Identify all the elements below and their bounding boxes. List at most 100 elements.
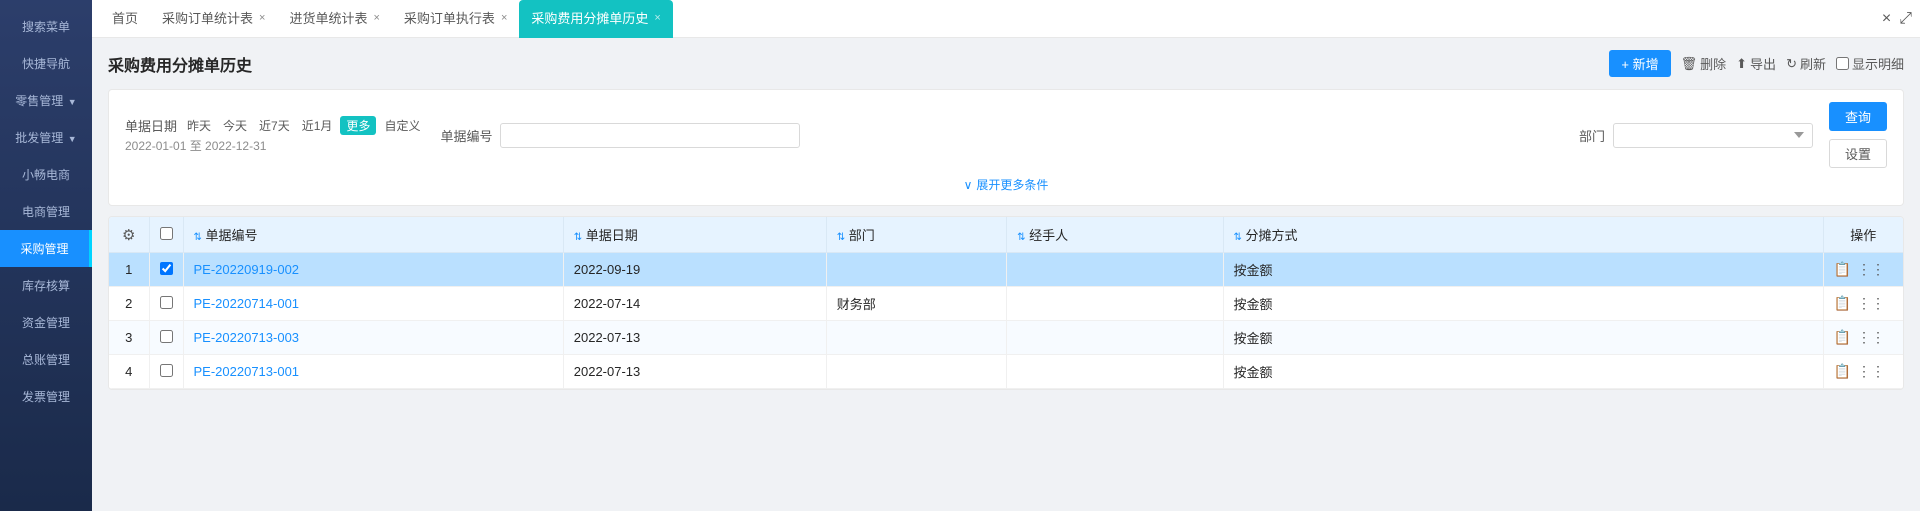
row-order-no: PE-20220713-001 (183, 355, 563, 389)
tab-close-icon[interactable]: × (373, 12, 379, 24)
content-area: 采购费用分摊单历史 + 新增 🗑 删除 ⬆ 导出 ↻ 刷新 显示明细 (92, 38, 1920, 511)
refresh-button[interactable]: ↻ 刷新 (1786, 54, 1826, 73)
tab-purchase-cost-history[interactable]: 采购费用分摊单历史× (519, 0, 672, 38)
col-header-split-method[interactable]: ⇅ 分摊方式 (1223, 217, 1823, 253)
custom-date-btn[interactable]: 自定义 (380, 116, 424, 135)
row-dept: 财务部 (826, 287, 1006, 321)
add-button[interactable]: + 新增 (1609, 50, 1670, 77)
setting-button[interactable]: 设置 (1829, 139, 1887, 168)
sidebar-item-ledger[interactable]: 总账管理 (0, 341, 92, 378)
order-no-link[interactable]: PE-20220919-002 (194, 262, 300, 277)
tab-bar: 首页采购订单统计表×进货单统计表×采购订单执行表×采购费用分摊单历史× × ⤢ (92, 0, 1920, 38)
tab-goods-in-stats[interactable]: 进货单统计表× (277, 0, 391, 38)
tab-close-icon[interactable]: × (654, 12, 660, 24)
row-split-method: 按金额 (1223, 253, 1823, 287)
order-no-link[interactable]: PE-20220713-001 (194, 364, 300, 379)
filter-row: 单据日期 昨天 今天 近7天 近1月 更多 自定义 2022-01-01 至 2… (125, 102, 1887, 168)
tab-home[interactable]: 首页 (100, 0, 150, 38)
row-checkbox-cell[interactable] (149, 321, 183, 355)
dept-label: 部门 (1579, 126, 1605, 145)
sidebar-item-purchase[interactable]: 采购管理 (0, 230, 92, 267)
col-header-handler[interactable]: ⇅ 经手人 (1007, 217, 1223, 253)
more-ops-icon[interactable]: ⋮⋮ (1857, 295, 1885, 312)
row-dept (826, 355, 1006, 389)
chevron-down-icon: ▼ (65, 97, 76, 107)
sidebar-item-ecom[interactable]: 电商管理 (0, 193, 92, 230)
last1month-btn[interactable]: 近1月 (298, 116, 337, 135)
row-checkbox[interactable] (160, 296, 173, 309)
sidebar-item-small-ecom[interactable]: 小畅电商 (0, 156, 92, 193)
order-no-label: 单据编号 (440, 126, 492, 145)
col-header-order-no[interactable]: ⇅ 单据编号 (183, 217, 563, 253)
row-checkbox-cell[interactable] (149, 355, 183, 389)
filter-buttons: 查询 设置 (1829, 102, 1887, 168)
dept-select[interactable] (1613, 123, 1813, 148)
sidebar-item-inventory[interactable]: 库存核算 (0, 267, 92, 304)
show-detail-checkbox[interactable]: 显示明细 (1836, 54, 1904, 73)
show-detail-check-input[interactable] (1836, 57, 1849, 70)
data-table: ⚙ ⇅ 单据编号 ⇅ 单据日期 (109, 217, 1903, 389)
sidebar-item-retail[interactable]: 零售管理 ▼ (0, 82, 92, 119)
date-filter-group: 单据日期 昨天 今天 近7天 近1月 更多 自定义 2022-01-01 至 2… (125, 116, 424, 154)
more-ops-icon[interactable]: ⋮⋮ (1857, 329, 1885, 346)
more-date-btn[interactable]: 更多 (340, 116, 376, 135)
col-header-date[interactable]: ⇅ 单据日期 (563, 217, 826, 253)
edit-icon[interactable]: 📋 (1834, 363, 1851, 380)
order-no-link[interactable]: PE-20220713-003 (194, 330, 300, 345)
trash-icon: 🗑 (1681, 56, 1698, 72)
sidebar-item-finance[interactable]: 资金管理 (0, 304, 92, 341)
sort-icon-handler: ⇅ (1017, 232, 1025, 243)
ops-container: 📋 ⋮⋮ (1834, 363, 1894, 380)
gear-icon[interactable]: ⚙ (122, 227, 135, 244)
tab-purchase-order-stats[interactable]: 采购订单统计表× (150, 0, 277, 38)
last7days-btn[interactable]: 近7天 (255, 116, 294, 135)
delete-button[interactable]: 🗑 删除 (1681, 54, 1727, 73)
row-handler (1007, 321, 1223, 355)
row-date: 2022-07-14 (563, 287, 826, 321)
ops-container: 📋 ⋮⋮ (1834, 261, 1894, 278)
row-ops-cell: 📋 ⋮⋮ (1823, 253, 1903, 287)
ops-container: 📋 ⋮⋮ (1834, 329, 1894, 346)
row-num: 4 (109, 355, 149, 389)
expand-more-btn[interactable]: ∨ 展开更多条件 (125, 176, 1887, 193)
filter-area: 单据日期 昨天 今天 近7天 近1月 更多 自定义 2022-01-01 至 2… (108, 89, 1904, 206)
close-window-icon[interactable]: × (1882, 10, 1891, 28)
row-checkbox-cell[interactable] (149, 253, 183, 287)
sidebar-item-invoice[interactable]: 发票管理 (0, 378, 92, 415)
today-btn[interactable]: 今天 (219, 116, 251, 135)
tab-purchase-order-exec[interactable]: 采购订单执行表× (392, 0, 519, 38)
query-button[interactable]: 查询 (1829, 102, 1887, 131)
col-header-dept[interactable]: ⇅ 部门 (826, 217, 1006, 253)
yesterday-btn[interactable]: 昨天 (183, 116, 215, 135)
sidebar-item-quick-nav[interactable]: 快捷导航 (0, 45, 92, 82)
toolbar-actions: + 新增 🗑 删除 ⬆ 导出 ↻ 刷新 显示明细 (1609, 50, 1904, 77)
sidebar-item-search[interactable]: 搜索菜单 (0, 8, 92, 45)
more-ops-icon[interactable]: ⋮⋮ (1857, 363, 1885, 380)
row-date: 2022-07-13 (563, 355, 826, 389)
expand-icon: ∨ (964, 178, 973, 192)
select-all-checkbox[interactable] (160, 227, 173, 240)
more-ops-icon[interactable]: ⋮⋮ (1857, 261, 1885, 278)
sort-icon-order-no: ⇅ (194, 232, 202, 243)
order-no-filter-group: 单据编号 (440, 123, 1563, 148)
maximize-window-icon[interactable]: ⤢ (1899, 10, 1912, 28)
col-header-setting[interactable]: ⚙ (109, 217, 149, 253)
tab-close-icon[interactable]: × (259, 12, 265, 24)
export-button[interactable]: ⬆ 导出 (1736, 54, 1776, 73)
tab-close-icon[interactable]: × (501, 12, 507, 24)
order-no-link[interactable]: PE-20220714-001 (194, 296, 300, 311)
row-checkbox[interactable] (160, 330, 173, 343)
edit-icon[interactable]: 📋 (1834, 329, 1851, 346)
edit-icon[interactable]: 📋 (1834, 261, 1851, 278)
edit-icon[interactable]: 📋 (1834, 295, 1851, 312)
sidebar-item-wholesale[interactable]: 批发管理 ▼ (0, 119, 92, 156)
export-icon: ⬆ (1736, 56, 1747, 72)
row-num: 2 (109, 287, 149, 321)
col-header-check[interactable] (149, 217, 183, 253)
row-checkbox-cell[interactable] (149, 287, 183, 321)
row-ops-cell: 📋 ⋮⋮ (1823, 287, 1903, 321)
order-no-input[interactable] (500, 123, 800, 148)
row-checkbox[interactable] (160, 364, 173, 377)
sort-icon-dept: ⇅ (837, 232, 845, 243)
row-checkbox[interactable] (160, 262, 173, 275)
